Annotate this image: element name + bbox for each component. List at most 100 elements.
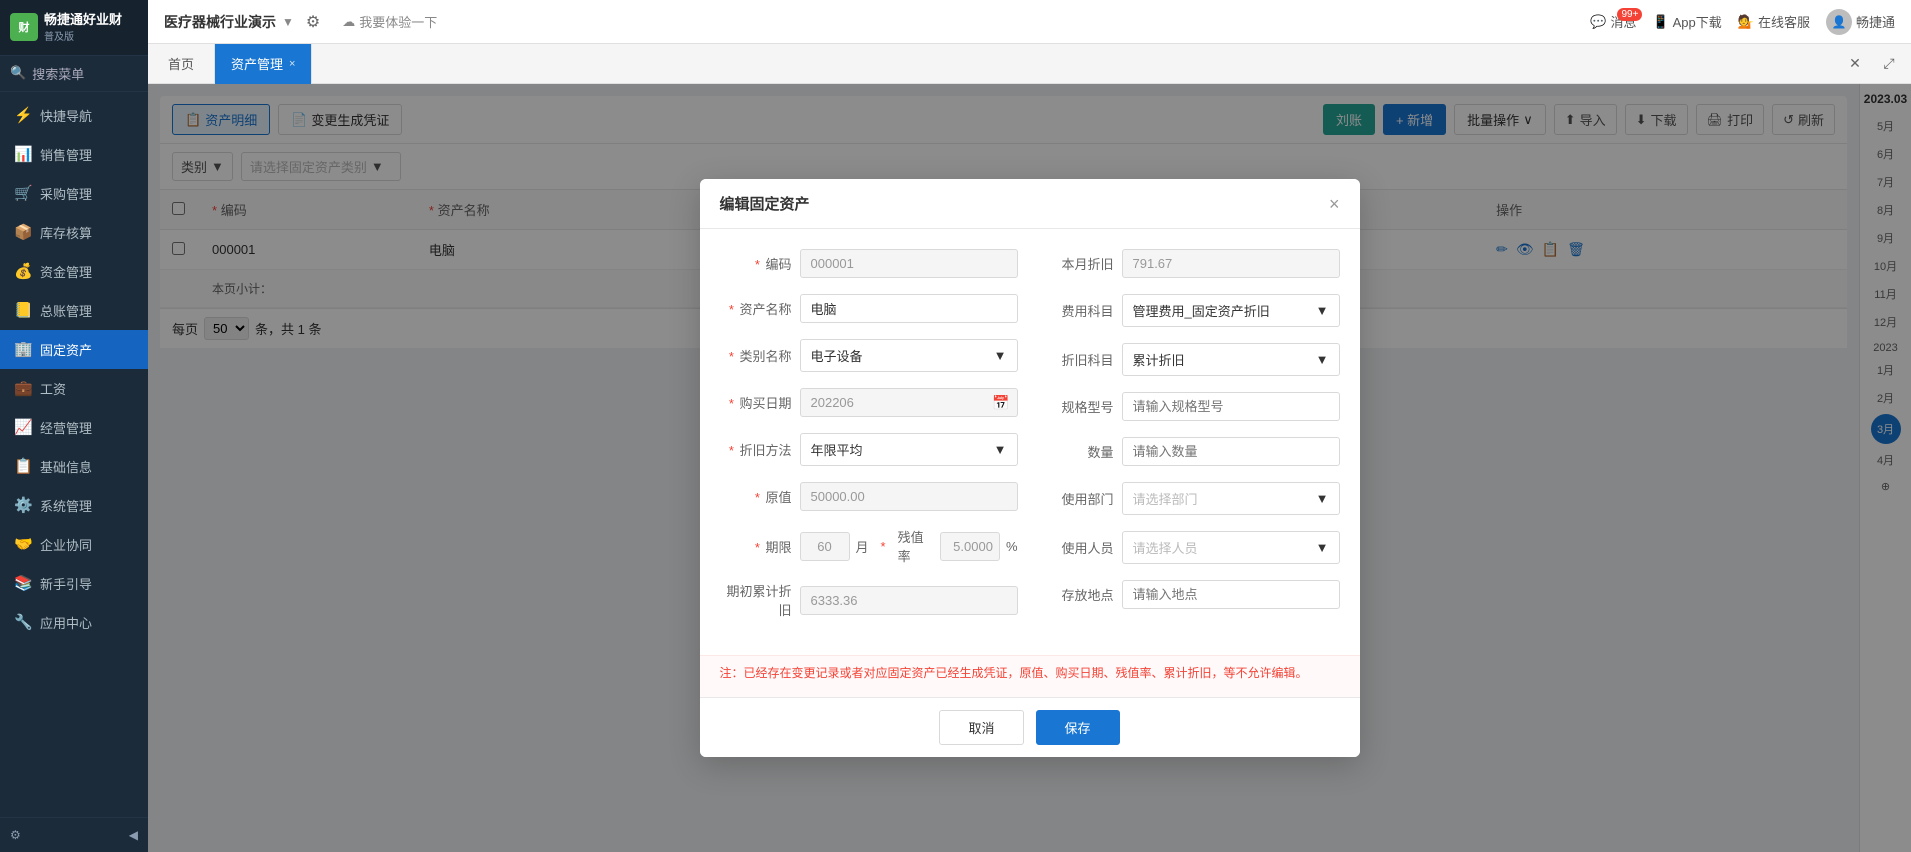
sidebar-item-basic-info[interactable]: 📋 基础信息	[0, 447, 148, 486]
sidebar-nav: ⚡ 快捷导航 📊 销售管理 🛒 采购管理 📦 库存核算 💰 资金管理 📒	[0, 92, 148, 817]
period-unit: 月	[856, 537, 869, 556]
code-input[interactable]	[800, 249, 1018, 278]
collapse-icon[interactable]: ◀	[129, 828, 138, 842]
initial-dep-input[interactable]	[800, 586, 1018, 615]
purchase-date-label: * 购买日期	[720, 393, 792, 412]
form-row-department: 使用部门 请选择部门 ▼	[1042, 482, 1340, 515]
dialog-header: 编辑固定资产 ×	[700, 179, 1360, 229]
form-row-category: * 类别名称 电子设备 ▼	[720, 339, 1018, 372]
dialog-body: * 编码 * 资产名称	[700, 229, 1360, 655]
fixed-assets-icon: 🏢	[14, 340, 32, 358]
settings-icon[interactable]: ⚙	[10, 828, 21, 842]
original-value-label: * 原值	[720, 487, 792, 506]
form-row-dep-account: 折旧科目 累计折旧 ▼	[1042, 343, 1340, 376]
service-icon: 💁	[1738, 14, 1754, 30]
sidebar-item-sales[interactable]: 📊 销售管理	[0, 135, 148, 174]
sidebar-item-guide[interactable]: 📚 新手引导	[0, 564, 148, 603]
dep-method-select[interactable]: 年限平均 ▼	[800, 433, 1018, 466]
message-btn[interactable]: 💬 消息 99+	[1590, 12, 1636, 31]
period-group: 月 * 残值率 %	[800, 527, 1018, 565]
salary-icon: 💼	[14, 379, 32, 397]
sidebar-item-salary[interactable]: 💼 工资	[0, 369, 148, 408]
system-label: 系统管理	[40, 496, 92, 515]
tab-home[interactable]: 首页	[148, 44, 215, 84]
user-select[interactable]: 请选择人员 ▼	[1122, 531, 1340, 564]
sales-icon: 📊	[14, 145, 32, 163]
sidebar-item-app-center[interactable]: 🔧 应用中心	[0, 603, 148, 642]
department-select[interactable]: 请选择部门 ▼	[1122, 482, 1340, 515]
form-row-spec: 规格型号	[1042, 392, 1340, 421]
original-value-input[interactable]	[800, 482, 1018, 511]
residual-rate-input[interactable]	[940, 532, 1000, 561]
sidebar-item-ledger[interactable]: 📒 总账管理	[0, 291, 148, 330]
monthly-dep-label: 本月折旧	[1042, 254, 1114, 273]
purchase-icon: 🛒	[14, 184, 32, 202]
sidebar-item-purchase[interactable]: 🛒 采购管理	[0, 174, 148, 213]
finance-icon: 💰	[14, 262, 32, 280]
period-label: * 期限	[720, 537, 792, 556]
sidebar-item-search[interactable]: 🔍 搜索菜单	[0, 56, 148, 92]
name-label: * 资产名称	[720, 299, 792, 318]
finance-label: 资金管理	[40, 262, 92, 281]
tab-close-icon[interactable]: ×	[289, 58, 295, 70]
user-arrow: ▼	[1316, 540, 1329, 555]
purchase-date-input[interactable]	[800, 388, 1018, 417]
topbar-settings-icon[interactable]: ⚙	[306, 12, 320, 32]
enterprise-icon: 🤝	[14, 535, 32, 553]
sidebar-item-quick-nav[interactable]: ⚡ 快捷导航	[0, 96, 148, 135]
user-menu-btn[interactable]: 👤 畅捷通	[1826, 9, 1895, 35]
dialog-title: 编辑固定资产	[720, 193, 810, 214]
expense-account-select[interactable]: 管理费用_固定资产折旧 ▼	[1122, 294, 1340, 327]
form-row-initial-dep: 期初累计折旧	[720, 581, 1018, 619]
sidebar-item-inventory[interactable]: 📦 库存核算	[0, 213, 148, 252]
period-input[interactable]	[800, 532, 850, 561]
cancel-button[interactable]: 取消	[939, 710, 1023, 745]
percent-unit: %	[1006, 539, 1018, 554]
dep-account-label: 折旧科目	[1042, 350, 1114, 369]
message-badge: 99+	[1617, 8, 1642, 21]
company-dropdown-icon[interactable]: ▼	[282, 15, 294, 29]
spec-label: 规格型号	[1042, 397, 1114, 416]
calendar-icon[interactable]: 📅	[992, 394, 1009, 411]
system-icon: ⚙️	[14, 496, 32, 514]
user-label: 使用人员	[1042, 538, 1114, 557]
sidebar-header: 财 畅捷通好业财 普及版	[0, 0, 148, 56]
app-download-btn[interactable]: 📱 App下载	[1652, 12, 1721, 31]
sidebar-item-finance[interactable]: 💰 资金管理	[0, 252, 148, 291]
sidebar-item-enterprise[interactable]: 🤝 企业协同	[0, 525, 148, 564]
form-row-original-value: * 原值	[720, 482, 1018, 511]
form-row-period: * 期限 月 * 残值率 %	[720, 527, 1018, 565]
tab-asset-management[interactable]: 资产管理 ×	[215, 44, 312, 84]
experience-btn[interactable]: ☁ 我要体验一下	[342, 12, 437, 31]
sidebar-item-operations[interactable]: 📈 经营管理	[0, 408, 148, 447]
tab-minimize-btn[interactable]: ✕	[1841, 50, 1869, 78]
location-input[interactable]	[1122, 580, 1340, 609]
category-select[interactable]: 电子设备 ▼	[800, 339, 1018, 372]
category-select-arrow: ▼	[994, 348, 1007, 363]
app-title: 畅捷通好业财	[44, 12, 122, 28]
save-button[interactable]: 保存	[1036, 710, 1120, 745]
tabbar: 首页 资产管理 × ✕ ⤢	[148, 44, 1911, 84]
salary-label: 工资	[40, 379, 66, 398]
online-service-btn[interactable]: 💁 在线客服	[1738, 12, 1810, 31]
app-center-label: 应用中心	[40, 613, 92, 632]
guide-label: 新手引导	[40, 574, 92, 593]
form-row-expense-account: 费用科目 管理费用_固定资产折旧 ▼	[1042, 294, 1340, 327]
dep-account-select[interactable]: 累计折旧 ▼	[1122, 343, 1340, 376]
spec-input[interactable]	[1122, 392, 1340, 421]
sidebar-item-system[interactable]: ⚙️ 系统管理	[0, 486, 148, 525]
quantity-input[interactable]	[1122, 437, 1340, 466]
department-label: 使用部门	[1042, 489, 1114, 508]
name-input[interactable]	[800, 294, 1018, 323]
purchase-label: 采购管理	[40, 184, 92, 203]
sidebar-item-fixed-assets[interactable]: 🏢 固定资产	[0, 330, 148, 369]
expense-account-arrow: ▼	[1316, 303, 1329, 318]
dialog-close-btn[interactable]: ×	[1329, 195, 1340, 213]
initial-dep-label: 期初累计折旧	[720, 581, 792, 619]
enterprise-label: 企业协同	[40, 535, 92, 554]
modal-overlay: 编辑固定资产 × * 编码	[148, 84, 1911, 852]
dialog-left-col: * 编码 * 资产名称	[720, 249, 1018, 635]
content-area: 📋 资产明细 📄 变更生成凭证 刘账 + 新增	[148, 84, 1911, 852]
tab-maximize-btn[interactable]: ⤢	[1875, 50, 1903, 78]
quick-nav-icon: ⚡	[14, 106, 32, 124]
